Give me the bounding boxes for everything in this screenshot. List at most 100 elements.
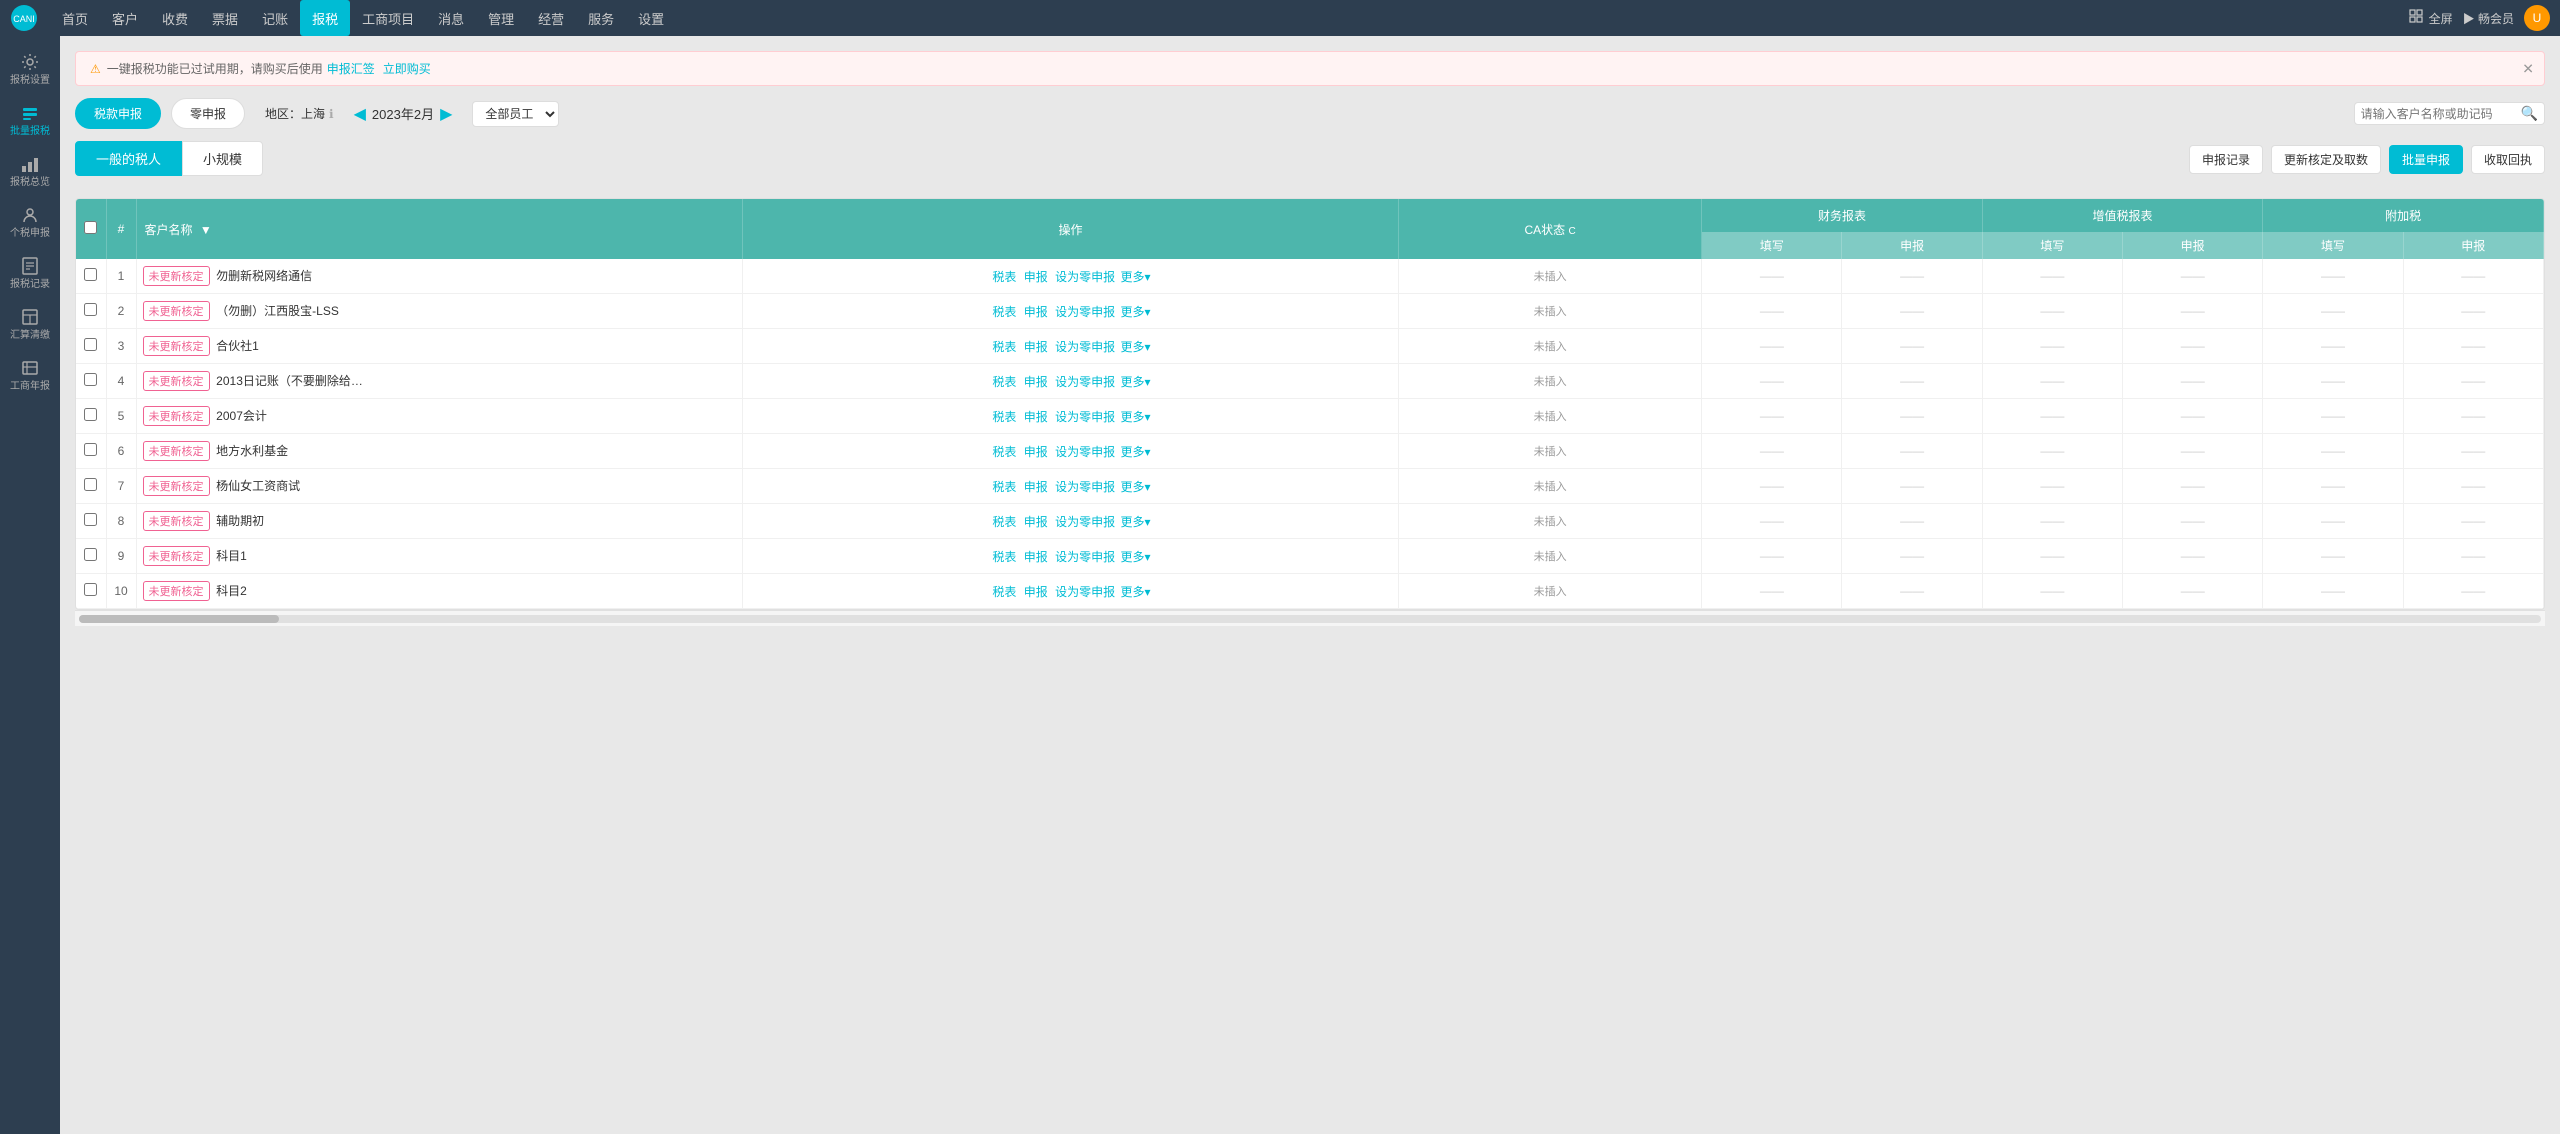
op-tax-form-8[interactable]: 税表 — [992, 550, 1016, 564]
member-button[interactable]: ▶ 畅会员 — [2463, 10, 2514, 27]
table-row: 5 未更新核定 2007会计 税表 申报 设为零申报 更多▾ 未插入 —— ——… — [76, 399, 2544, 434]
sidebar-item-overview[interactable]: 报税总览 — [0, 146, 60, 197]
nav-item-operation[interactable]: 经营 — [526, 0, 576, 36]
top-navigation: CANI 首页 客户 收费 票据 记账 报税 工商项目 消息 管理 经营 服务 … — [0, 0, 2560, 36]
next-month-button[interactable]: ▶ — [440, 104, 452, 124]
row-checkbox-4[interactable] — [76, 399, 106, 434]
op-tax-form-9[interactable]: 税表 — [992, 585, 1016, 599]
nav-item-settings[interactable]: 设置 — [626, 0, 676, 36]
select-all-checkbox[interactable] — [84, 221, 97, 234]
nav-item-business[interactable]: 工商项目 — [350, 0, 426, 36]
op-tax-form-5[interactable]: 税表 — [992, 445, 1016, 459]
nav-item-billing[interactable]: 收费 — [150, 0, 200, 36]
op-more-4[interactable]: 更多▾ — [1120, 410, 1150, 424]
fullscreen-button[interactable]: 全屏 — [2409, 9, 2452, 27]
op-more-1[interactable]: 更多▾ — [1120, 305, 1150, 319]
tab-zero-declaration[interactable]: 零申报 — [171, 98, 245, 129]
notice-link-buy[interactable]: 立即购买 — [383, 60, 431, 77]
row-checkbox-9[interactable] — [76, 574, 106, 609]
op-tax-form-1[interactable]: 税表 — [992, 305, 1016, 319]
op-declare-8[interactable]: 申报 — [1024, 550, 1048, 564]
tab-tax-declaration[interactable]: 税款申报 — [75, 98, 161, 129]
op-declare-4[interactable]: 申报 — [1024, 410, 1048, 424]
nav-item-home[interactable]: 首页 — [50, 0, 100, 36]
op-declare-5[interactable]: 申报 — [1024, 445, 1048, 459]
row-checkbox-3[interactable] — [76, 364, 106, 399]
nav-item-bookkeeping[interactable]: 记账 — [250, 0, 300, 36]
sidebar-item-tax-settings[interactable]: 报税设置 — [0, 44, 60, 95]
op-tax-form-2[interactable]: 税表 — [992, 340, 1016, 354]
row-checkbox-5[interactable] — [76, 434, 106, 469]
nav-item-tax[interactable]: 报税 — [300, 0, 350, 36]
row-checkbox-7[interactable] — [76, 504, 106, 539]
op-tax-form-0[interactable]: 税表 — [992, 270, 1016, 284]
op-more-3[interactable]: 更多▾ — [1120, 375, 1150, 389]
nav-item-message[interactable]: 消息 — [426, 0, 476, 36]
scroll-thumb[interactable] — [79, 615, 279, 623]
search-input[interactable] — [2361, 107, 2521, 121]
info-icon[interactable]: ℹ — [329, 107, 334, 121]
op-zero-declare-2[interactable]: 设为零申报 — [1055, 340, 1115, 354]
op-tax-form-6[interactable]: 税表 — [992, 480, 1016, 494]
sidebar-item-business-report[interactable]: 工商年报 — [0, 350, 60, 401]
op-more-7[interactable]: 更多▾ — [1120, 515, 1150, 529]
notice-close-button[interactable]: ✕ — [2522, 60, 2534, 77]
sidebar-item-personal-tax[interactable]: 个税申报 — [0, 197, 60, 248]
op-more-2[interactable]: 更多▾ — [1120, 340, 1150, 354]
op-tax-form-7[interactable]: 税表 — [992, 515, 1016, 529]
nav-item-client[interactable]: 客户 — [100, 0, 150, 36]
search-icon[interactable]: 🔍 — [2521, 105, 2538, 122]
op-declare-6[interactable]: 申报 — [1024, 480, 1048, 494]
nav-item-manage[interactable]: 管理 — [476, 0, 526, 36]
btn-update-check[interactable]: 更新核定及取数 — [2271, 145, 2381, 174]
op-more-5[interactable]: 更多▾ — [1120, 445, 1150, 459]
op-declare-9[interactable]: 申报 — [1024, 585, 1048, 599]
op-tax-form-3[interactable]: 税表 — [992, 375, 1016, 389]
row-checkbox-2[interactable] — [76, 329, 106, 364]
sidebar-item-batch-tax-label: 批量报税 — [10, 126, 50, 138]
row-checkbox-1[interactable] — [76, 294, 106, 329]
nav-item-service[interactable]: 服务 — [576, 0, 626, 36]
op-declare-7[interactable]: 申报 — [1024, 515, 1048, 529]
department-select[interactable]: 全部员工 — [472, 101, 559, 127]
op-more-6[interactable]: 更多▾ — [1120, 480, 1150, 494]
row-checkbox-8[interactable] — [76, 539, 106, 574]
sidebar-item-batch-tax[interactable]: 批量报税 — [0, 95, 60, 146]
horizontal-scrollbar[interactable] — [75, 610, 2545, 626]
op-zero-declare-8[interactable]: 设为零申报 — [1055, 550, 1115, 564]
op-zero-declare-9[interactable]: 设为零申报 — [1055, 585, 1115, 599]
sidebar-item-calc-clear[interactable]: 汇算清缴 — [0, 299, 60, 350]
op-zero-declare-6[interactable]: 设为零申报 — [1055, 480, 1115, 494]
op-declare-2[interactable]: 申报 — [1024, 340, 1048, 354]
op-more-9[interactable]: 更多▾ — [1120, 585, 1150, 599]
op-declare-0[interactable]: 申报 — [1024, 270, 1048, 284]
op-zero-declare-1[interactable]: 设为零申报 — [1055, 305, 1115, 319]
btn-batch-declare[interactable]: 批量申报 — [2389, 145, 2463, 174]
op-zero-declare-0[interactable]: 设为零申报 — [1055, 270, 1115, 284]
op-zero-declare-4[interactable]: 设为零申报 — [1055, 410, 1115, 424]
op-more-0[interactable]: 更多▾ — [1120, 270, 1150, 284]
nav-item-invoice[interactable]: 票据 — [200, 0, 250, 36]
btn-declaration-record[interactable]: 申报记录 — [2189, 145, 2263, 174]
row-financial-fill-4: —— — [1702, 399, 1842, 434]
status-badge-0: 未更新核定 — [143, 266, 210, 286]
btn-collect-receipt[interactable]: 收取回执 — [2471, 145, 2545, 174]
op-zero-declare-3[interactable]: 设为零申报 — [1055, 375, 1115, 389]
notice-link-report[interactable]: 申报汇签 — [327, 60, 375, 77]
user-avatar[interactable]: U — [2524, 5, 2550, 31]
op-zero-declare-5[interactable]: 设为零申报 — [1055, 445, 1115, 459]
op-zero-declare-7[interactable]: 设为零申报 — [1055, 515, 1115, 529]
row-surcharge-fill-1: —— — [2263, 294, 2403, 329]
prev-month-button[interactable]: ◀ — [354, 104, 366, 124]
row-checkbox-6[interactable] — [76, 469, 106, 504]
op-declare-3[interactable]: 申报 — [1024, 375, 1048, 389]
op-more-8[interactable]: 更多▾ — [1120, 550, 1150, 564]
op-declare-1[interactable]: 申报 — [1024, 305, 1048, 319]
row-checkbox-0[interactable] — [76, 259, 106, 294]
subtab-general-taxpayer[interactable]: 一般的税人 — [75, 141, 182, 176]
sort-icon[interactable]: ▼ — [200, 223, 212, 237]
op-tax-form-4[interactable]: 税表 — [992, 410, 1016, 424]
sidebar-item-tax-record[interactable]: 报税记录 — [0, 248, 60, 299]
app-logo[interactable]: CANI — [10, 4, 38, 32]
subtab-small-scale[interactable]: 小规模 — [182, 141, 263, 176]
